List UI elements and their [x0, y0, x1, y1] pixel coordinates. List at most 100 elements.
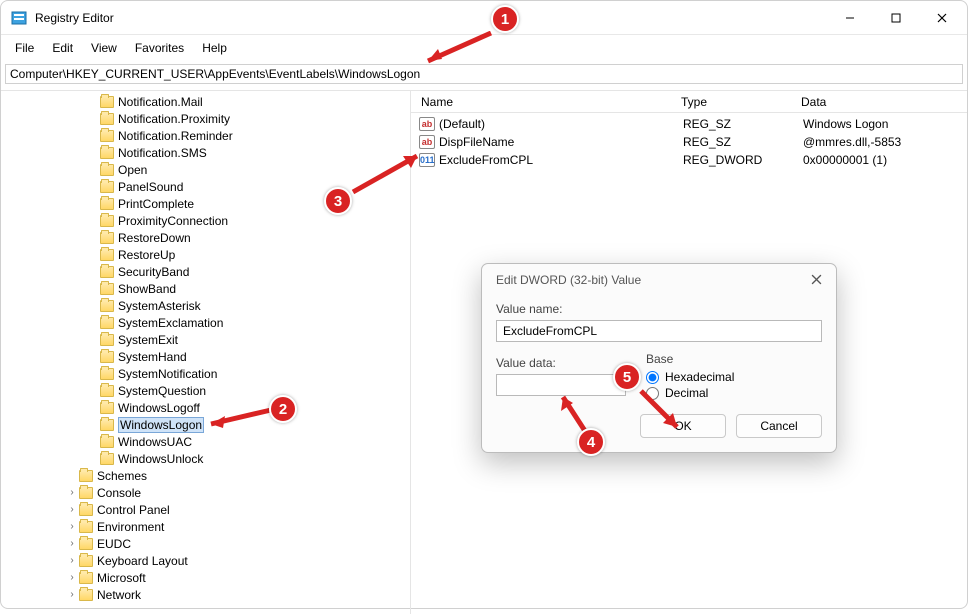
- tree-item-keyboard-layout[interactable]: › Keyboard Layout: [25, 552, 410, 569]
- menu-view[interactable]: View: [83, 37, 125, 59]
- tree-item-notification-proximity[interactable]: Notification.Proximity: [25, 110, 410, 127]
- tree-item-label: Console: [97, 486, 141, 500]
- value-data: @mmres.dll,-5853: [803, 135, 901, 149]
- tree-item-notification-reminder[interactable]: Notification.Reminder: [25, 127, 410, 144]
- value-name: ExcludeFromCPL: [439, 153, 683, 167]
- tree-item-schemes[interactable]: Schemes: [25, 467, 410, 484]
- tree-item-label: WindowsUnlock: [118, 452, 203, 466]
- value-name-input[interactable]: [496, 320, 822, 342]
- radio-hex[interactable]: Hexadecimal: [646, 370, 822, 384]
- chevron-right-icon[interactable]: ›: [65, 521, 79, 532]
- folder-icon: [100, 283, 114, 295]
- radio-hex-input[interactable]: [646, 371, 659, 384]
- tree-item-label: Keyboard Layout: [97, 554, 188, 568]
- tree-item-proximityconnection[interactable]: ProximityConnection: [25, 212, 410, 229]
- tree-item-network[interactable]: › Network: [25, 586, 410, 603]
- address-input[interactable]: [5, 64, 963, 84]
- tree-item-label: Notification.Reminder: [118, 129, 233, 143]
- value-row[interactable]: ab(Default)REG_SZWindows Logon: [411, 115, 967, 133]
- menu-help[interactable]: Help: [194, 37, 235, 59]
- folder-icon: [100, 351, 114, 363]
- tree-item-label: PrintComplete: [118, 197, 194, 211]
- folder-icon: [79, 572, 93, 584]
- tree-item-printcomplete[interactable]: PrintComplete: [25, 195, 410, 212]
- col-type[interactable]: Type: [681, 95, 801, 109]
- tree-pane[interactable]: Notification.MailNotification.Proximity N…: [1, 91, 411, 614]
- folder-icon: [100, 300, 114, 312]
- tree-item-systemasterisk[interactable]: SystemAsterisk: [25, 297, 410, 314]
- tree-item-systemexit[interactable]: SystemExit: [25, 331, 410, 348]
- tree-item-label: SecurityBand: [118, 265, 189, 279]
- tree-item-windowslogon[interactable]: WindowsLogon: [25, 416, 410, 433]
- folder-icon: [100, 130, 114, 142]
- chevron-right-icon[interactable]: ›: [65, 538, 79, 549]
- chevron-right-icon[interactable]: ›: [65, 572, 79, 583]
- folder-icon: [100, 181, 114, 193]
- value-data: 0x00000001 (1): [803, 153, 887, 167]
- tree-item-panelsound[interactable]: PanelSound: [25, 178, 410, 195]
- maximize-button[interactable]: [873, 2, 919, 34]
- tree-item-showband[interactable]: ShowBand: [25, 280, 410, 297]
- value-type: REG_DWORD: [683, 153, 803, 167]
- tree-item-environment[interactable]: › Environment: [25, 518, 410, 535]
- tree-item-securityband[interactable]: SecurityBand: [25, 263, 410, 280]
- folder-icon: [100, 96, 114, 108]
- folder-icon: [79, 555, 93, 567]
- tree-item-label: Open: [118, 163, 147, 177]
- tree-item-label: Control Panel: [97, 503, 170, 517]
- radio-dec-input[interactable]: [646, 387, 659, 400]
- radio-dec[interactable]: Decimal: [646, 386, 822, 400]
- menu-edit[interactable]: Edit: [44, 37, 81, 59]
- tree-item-windowsuac[interactable]: WindowsUAC: [25, 433, 410, 450]
- tree-item-label: SystemExit: [118, 333, 178, 347]
- tree-item-control-panel[interactable]: › Control Panel: [25, 501, 410, 518]
- col-name[interactable]: Name: [411, 95, 681, 109]
- tree-item-open[interactable]: Open: [25, 161, 410, 178]
- ok-button[interactable]: OK: [640, 414, 726, 438]
- close-button[interactable]: [919, 2, 965, 34]
- menu-file[interactable]: File: [7, 37, 42, 59]
- tree-item-restoreup[interactable]: RestoreUp: [25, 246, 410, 263]
- tree-item-windowsunlock[interactable]: WindowsUnlock: [25, 450, 410, 467]
- chevron-right-icon[interactable]: ›: [65, 504, 79, 515]
- tree-item-windowslogoff[interactable]: WindowsLogoff: [25, 399, 410, 416]
- tree-item-label: ShowBand: [118, 282, 176, 296]
- tree-item-label: RestoreDown: [118, 231, 191, 245]
- value-row[interactable]: 011ExcludeFromCPLREG_DWORD0x00000001 (1): [411, 151, 967, 169]
- minimize-button[interactable]: [827, 2, 873, 34]
- chevron-right-icon[interactable]: ›: [65, 555, 79, 566]
- chevron-right-icon[interactable]: ›: [65, 589, 79, 600]
- chevron-right-icon[interactable]: ›: [65, 487, 79, 498]
- tree-item-label: Notification.SMS: [118, 146, 207, 160]
- tree-item-label: RestoreUp: [118, 248, 175, 262]
- value-name: (Default): [439, 117, 683, 131]
- tree-item-notification-mail[interactable]: Notification.Mail: [25, 93, 410, 110]
- annotation-3: 3: [324, 187, 352, 215]
- tree-item-microsoft[interactable]: › Microsoft: [25, 569, 410, 586]
- tree-item-systemquestion[interactable]: SystemQuestion: [25, 382, 410, 399]
- tree-item-label: Network: [97, 588, 141, 602]
- tree-item-systemexclamation[interactable]: SystemExclamation: [25, 314, 410, 331]
- tree-item-systemhand[interactable]: SystemHand: [25, 348, 410, 365]
- menu-favorites[interactable]: Favorites: [127, 37, 192, 59]
- col-data[interactable]: Data: [801, 95, 967, 109]
- value-data-input[interactable]: [496, 374, 626, 396]
- tree-item-label: Environment: [97, 520, 164, 534]
- cancel-button[interactable]: Cancel: [736, 414, 822, 438]
- dialog-close-icon[interactable]: [807, 272, 826, 288]
- annotation-2: 2: [269, 395, 297, 423]
- folder-icon: [79, 538, 93, 550]
- tree-item-notification-sms[interactable]: Notification.SMS: [25, 144, 410, 161]
- tree-item-label: Schemes: [97, 469, 147, 483]
- tree-item-console[interactable]: › Console: [25, 484, 410, 501]
- menu-bar: File Edit View Favorites Help: [1, 35, 967, 61]
- tree-item-systemnotification[interactable]: SystemNotification: [25, 365, 410, 382]
- tree-item-label: WindowsUAC: [118, 435, 192, 449]
- radio-hex-label: Hexadecimal: [665, 370, 734, 384]
- tree-item-eudc[interactable]: ›EUDC: [25, 535, 410, 552]
- tree-item-restoredown[interactable]: RestoreDown: [25, 229, 410, 246]
- value-row[interactable]: abDispFileNameREG_SZ@mmres.dll,-5853: [411, 133, 967, 151]
- tree-item-label: Microsoft: [97, 571, 146, 585]
- value-name: DispFileName: [439, 135, 683, 149]
- folder-icon: [79, 521, 93, 533]
